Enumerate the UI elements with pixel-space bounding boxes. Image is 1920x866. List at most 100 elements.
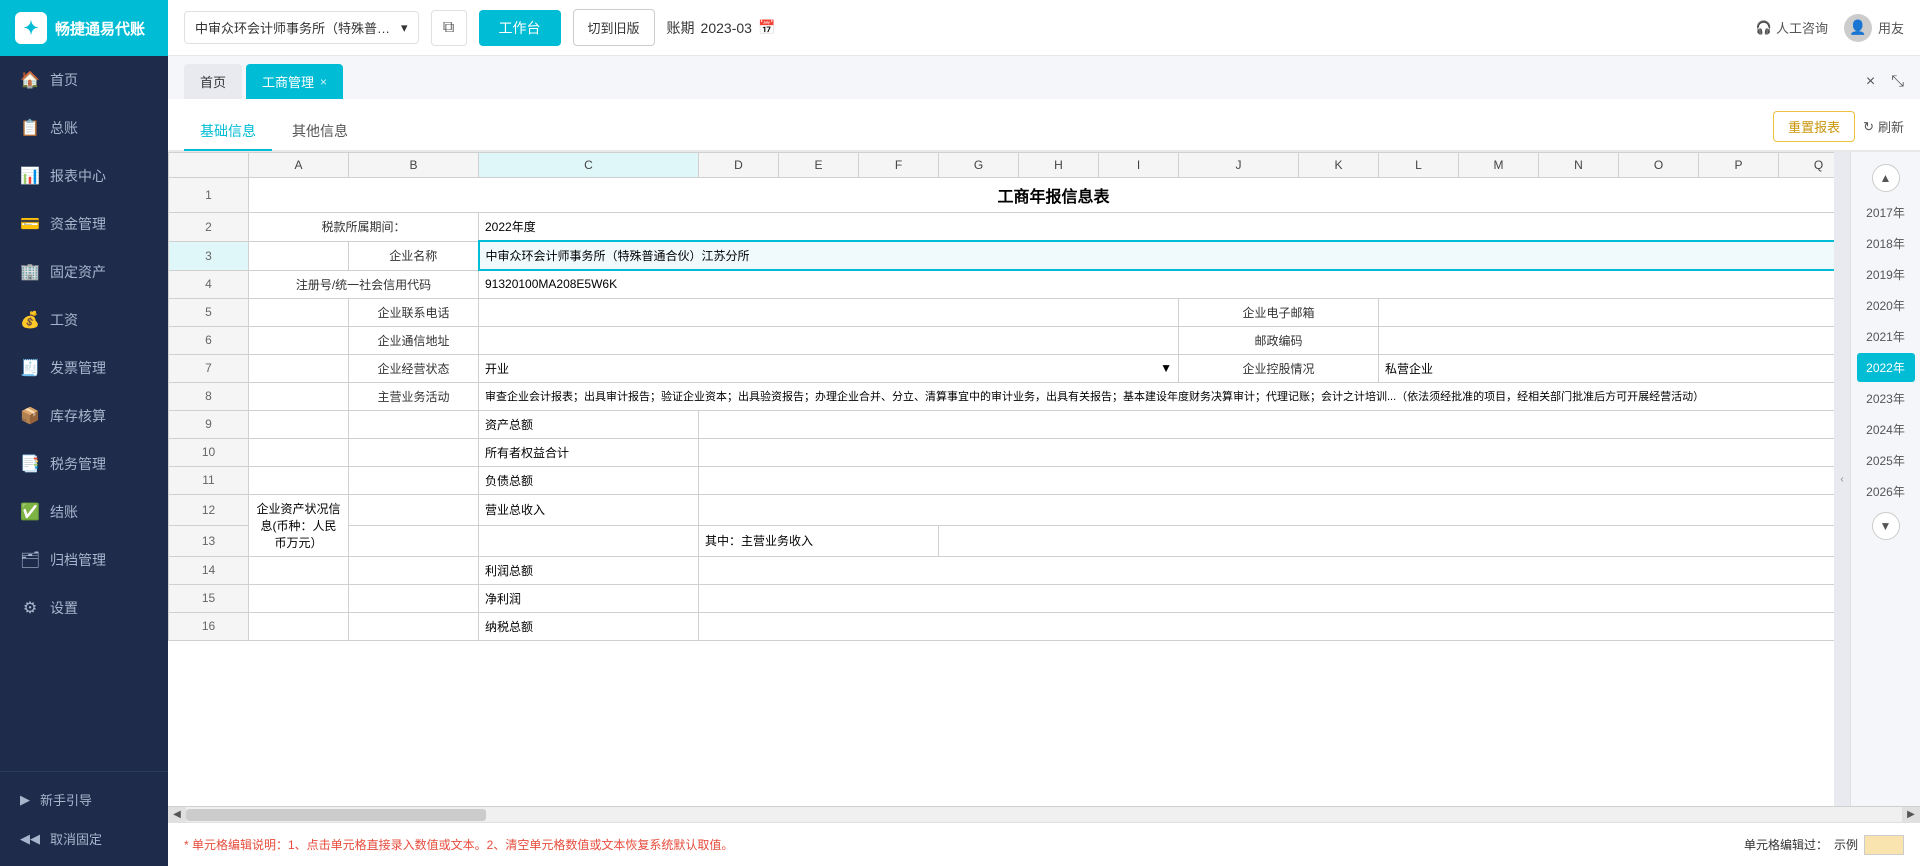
cell-phone-value[interactable]	[479, 298, 1179, 326]
year-2023[interactable]: 2023年	[1857, 384, 1915, 413]
sidebar-item-payroll[interactable]: 💰 工资	[0, 296, 168, 344]
sidebar-item-settings[interactable]: ⚙ 设置	[0, 584, 168, 632]
scroll-right-arrow[interactable]: ▶	[1902, 807, 1920, 823]
company-selector[interactable]: 中审众环会计师事务所（特殊普通合伙... ▾	[184, 11, 419, 44]
cell-email-value[interactable]	[1379, 298, 1835, 326]
cell-12-B[interactable]	[349, 494, 479, 525]
cell-revenue-value[interactable]	[699, 494, 1835, 525]
switch-version-button[interactable]: 切到旧版	[573, 9, 655, 46]
scroll-thumb[interactable]	[186, 809, 486, 821]
col-header-O[interactable]: O	[1619, 153, 1699, 178]
user-menu[interactable]: 👤 用友	[1844, 14, 1904, 42]
col-header-Q[interactable]: Q	[1779, 153, 1835, 178]
cell-net-profit-value[interactable]	[699, 584, 1835, 612]
col-header-K[interactable]: K	[1299, 153, 1379, 178]
year-2018[interactable]: 2018年	[1857, 229, 1915, 258]
horizontal-scrollbar[interactable]: ◀ ▶	[168, 806, 1920, 822]
tab-other-info[interactable]: 其他信息	[276, 113, 364, 151]
year-2020[interactable]: 2020年	[1857, 291, 1915, 320]
copy-button[interactable]: ⧉	[431, 10, 467, 46]
col-header-N[interactable]: N	[1539, 153, 1619, 178]
col-header-B[interactable]: B	[349, 153, 479, 178]
cell-profit-value[interactable]	[699, 556, 1835, 584]
col-header-M[interactable]: M	[1459, 153, 1539, 178]
col-header-G[interactable]: G	[939, 153, 1019, 178]
col-header-C[interactable]: C	[479, 153, 699, 178]
sidebar-item-closing[interactable]: ✅ 结账	[0, 488, 168, 536]
panel-arrow-down[interactable]: ▼	[1872, 512, 1900, 540]
cell-title[interactable]: 工商年报信息表	[249, 178, 1835, 213]
cell-13-B[interactable]	[349, 525, 479, 556]
col-header-F[interactable]: F	[859, 153, 939, 178]
cell-company-name-value[interactable]: 中审众环会计师事务所（特殊普通合伙）江苏分所	[479, 241, 1835, 270]
cell-reg-value[interactable]: 91320100MA208E5W6K	[479, 270, 1835, 298]
year-2021[interactable]: 2021年	[1857, 322, 1915, 351]
cell-15-A[interactable]	[249, 584, 349, 612]
cell-liabilities-value[interactable]	[699, 466, 1835, 494]
cell-main-biz-value[interactable]: 审查企业会计报表；出具审计报告；验证企业资本；出具验资报告；办理企业合并、分立、…	[479, 382, 1835, 410]
col-header-H[interactable]: H	[1019, 153, 1099, 178]
cell-10-A[interactable]	[249, 438, 349, 466]
window-expand-button[interactable]: ⤡	[1891, 73, 1904, 91]
tab-active-business[interactable]: 工商管理 ×	[246, 64, 343, 99]
refresh-button[interactable]: ↻ 刷新	[1863, 117, 1904, 136]
sidebar-item-unpin[interactable]: ◀◀ 取消固定	[0, 819, 168, 858]
cell-14-B[interactable]	[349, 556, 479, 584]
service-button[interactable]: 🎧 人工咨询	[1756, 18, 1828, 37]
year-2019[interactable]: 2019年	[1857, 260, 1915, 289]
cell-9-A[interactable]	[249, 410, 349, 438]
year-2026[interactable]: 2026年	[1857, 477, 1915, 506]
col-header-I[interactable]: I	[1099, 153, 1179, 178]
panel-arrow-up[interactable]: ▲	[1872, 164, 1900, 192]
cell-postal-value[interactable]	[1379, 326, 1835, 354]
dropdown-icon[interactable]: ▼	[1160, 361, 1172, 375]
sidebar-item-inventory[interactable]: 📦 库存核算	[0, 392, 168, 440]
cell-assets-value[interactable]	[699, 410, 1835, 438]
scroll-left-arrow[interactable]: ◀	[168, 807, 186, 823]
col-header-J[interactable]: J	[1179, 153, 1299, 178]
cell-11-B[interactable]	[349, 466, 479, 494]
workbench-button[interactable]: 工作台	[479, 10, 561, 46]
tab-home[interactable]: 首页	[184, 64, 242, 99]
sidebar-item-reports[interactable]: 📊 报表中心	[0, 152, 168, 200]
year-2017[interactable]: 2017年	[1857, 198, 1915, 227]
sidebar-item-tax[interactable]: 📑 税务管理	[0, 440, 168, 488]
cell-15-B[interactable]	[349, 584, 479, 612]
cell-13-C[interactable]	[479, 525, 699, 556]
sidebar-item-fixed-assets[interactable]: 🏢 固定资产	[0, 248, 168, 296]
cell-tax-value[interactable]	[699, 612, 1835, 640]
calendar-icon[interactable]: 📅	[758, 19, 775, 36]
cell-period-value[interactable]: 2022年度	[479, 213, 1835, 242]
cell-16-A[interactable]	[249, 612, 349, 640]
cell-10-B[interactable]	[349, 438, 479, 466]
cell-main-revenue-value[interactable]	[939, 525, 1835, 556]
cell-7-A[interactable]	[249, 354, 349, 382]
cell-shareholding-value[interactable]: 私营企业	[1379, 354, 1835, 382]
cell-equity-value[interactable]	[699, 438, 1835, 466]
tab-basic-info[interactable]: 基础信息	[184, 113, 272, 151]
cell-3-A[interactable]	[249, 241, 349, 270]
col-header-D[interactable]: D	[699, 153, 779, 178]
sidebar-item-finance[interactable]: 💳 资金管理	[0, 200, 168, 248]
col-header-L[interactable]: L	[1379, 153, 1459, 178]
col-header-A[interactable]: A	[249, 153, 349, 178]
col-header-P[interactable]: P	[1699, 153, 1779, 178]
sidebar-item-ledger[interactable]: 📋 总账	[0, 104, 168, 152]
cell-8-A[interactable]	[249, 382, 349, 410]
cell-6-A[interactable]	[249, 326, 349, 354]
scroll-track[interactable]	[186, 807, 1902, 822]
col-header-E[interactable]: E	[779, 153, 859, 178]
window-close-button[interactable]: ×	[1866, 73, 1875, 91]
year-2022[interactable]: 2022年	[1857, 353, 1915, 382]
year-2025[interactable]: 2025年	[1857, 446, 1915, 475]
reset-report-button[interactable]: 重置报表	[1773, 111, 1855, 142]
tab-close-icon[interactable]: ×	[320, 75, 327, 89]
cell-address-value[interactable]	[479, 326, 1179, 354]
sidebar-item-new-guide[interactable]: ▶ 新手引导	[0, 780, 168, 819]
collapse-panel[interactable]: ‹	[1834, 152, 1850, 806]
cell-status-value[interactable]: 开业 ▼	[479, 354, 1179, 382]
cell-16-B[interactable]	[349, 612, 479, 640]
sidebar-item-home[interactable]: 🏠 首页	[0, 56, 168, 104]
sidebar-item-archive[interactable]: 🗂 归档管理	[0, 536, 168, 584]
cell-11-A[interactable]	[249, 466, 349, 494]
